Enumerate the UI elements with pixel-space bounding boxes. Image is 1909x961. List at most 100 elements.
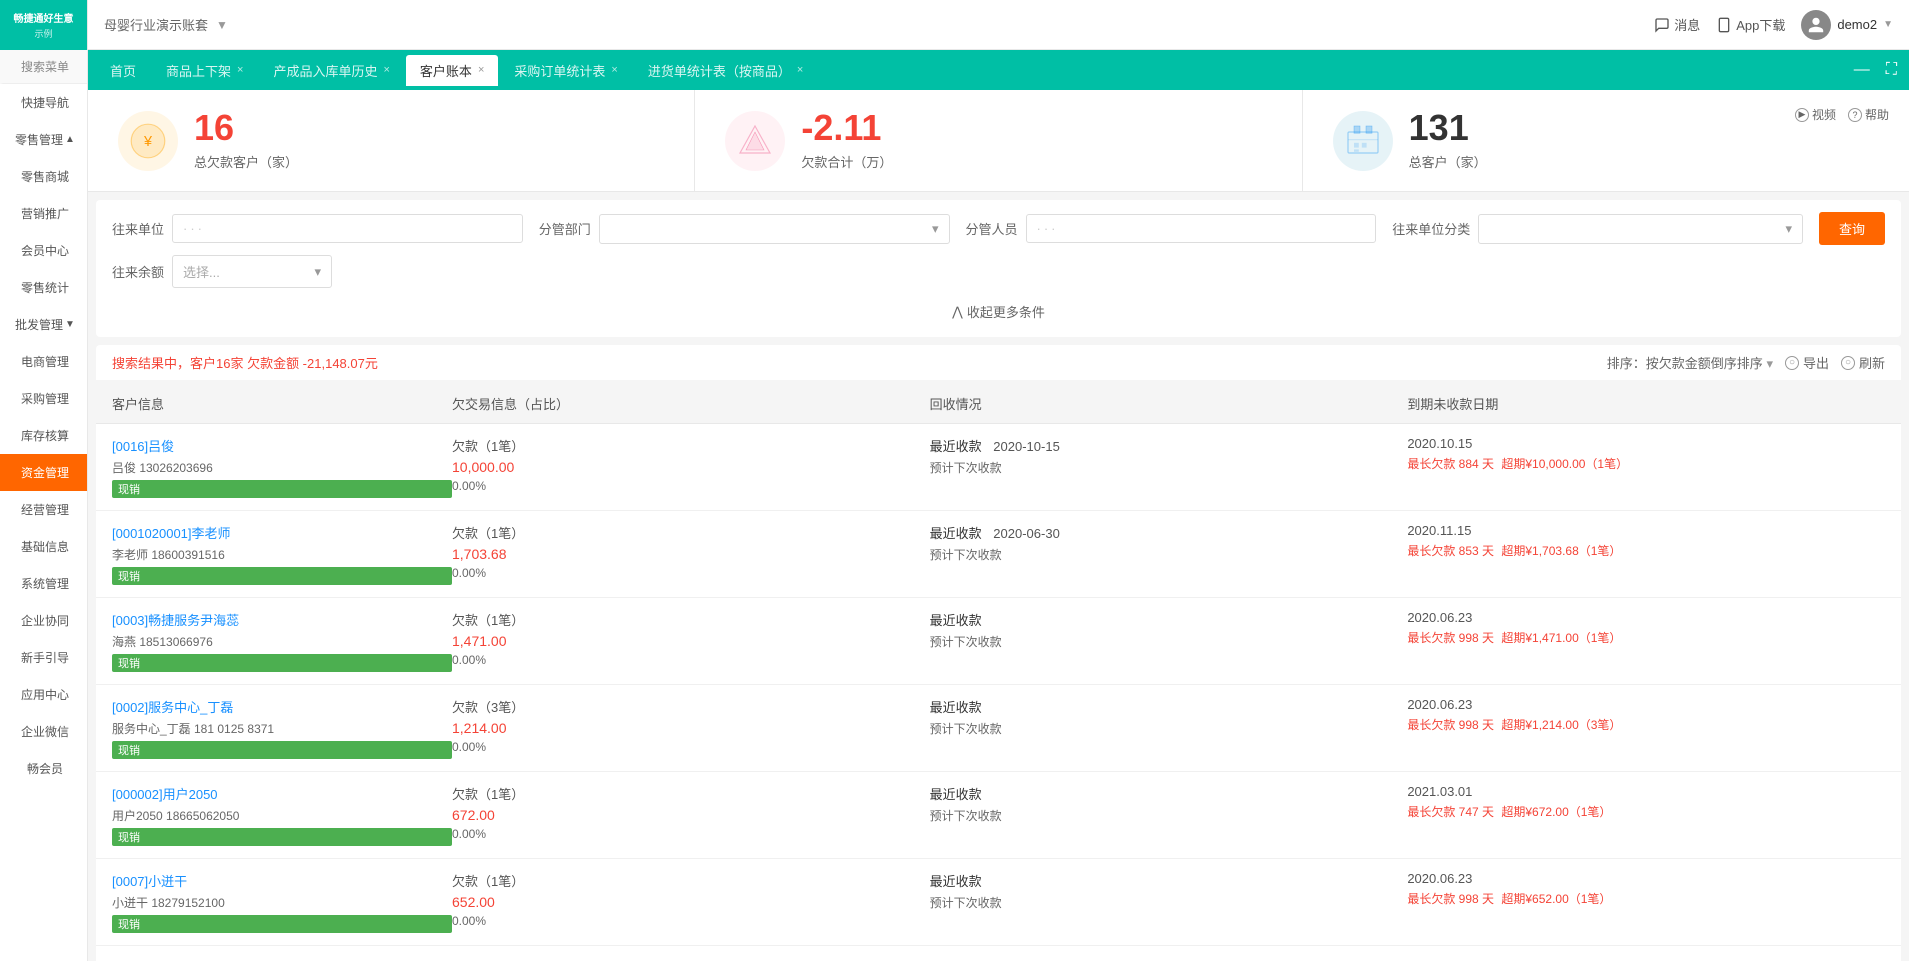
customer-name-3[interactable]: [0002]服务中心_丁磊 — [112, 697, 452, 716]
sidebar-item-retail-mall[interactable]: 零售商城 — [0, 158, 87, 195]
customer-name-2[interactable]: [0003]畅捷服务尹海蕊 — [112, 610, 452, 629]
app-download-label: App下载 — [1736, 15, 1785, 34]
sidebar-item-search-menu[interactable]: 搜索菜单 — [0, 50, 87, 84]
main-area: 母婴行业演示账套 ▼ 消息 App下载 — [88, 0, 1909, 961]
sidebar-item-app-center[interactable]: 应用中心 — [0, 676, 87, 713]
filter-dept: 分管部门 ▾ — [539, 214, 950, 244]
tab-purchase-order[interactable]: 采购订单统计表 × — [500, 55, 631, 86]
tabs-maximize-btn[interactable]: ⛶ — [1882, 57, 1901, 83]
overdue-amount-2[interactable]: 超期¥1,471.00（1笔） — [1501, 631, 1621, 645]
category-select[interactable]: ▾ — [1478, 214, 1803, 244]
tab-incoming-stats[interactable]: 进货单统计表（按商品） × — [634, 55, 817, 86]
debt-count-5: 欠款（1笔） — [452, 871, 930, 890]
debt-amount-label: 欠款合计（万） — [801, 152, 1271, 171]
sidebar-item-marketing[interactable]: 营销推广 — [0, 195, 87, 232]
col-repay-info: 回收情况 — [930, 394, 1408, 413]
sort-arrow[interactable]: ▾ — [1766, 356, 1773, 371]
user-menu[interactable]: demo2 ▼ — [1801, 10, 1893, 40]
collapse-btn[interactable]: ⋀ 收起更多条件 — [112, 298, 1885, 325]
debt-ratio-5: 0.00% — [452, 914, 930, 928]
debt-icon-svg: ¥ — [130, 123, 166, 159]
overdue-amount-1[interactable]: 超期¥1,703.68（1笔） — [1501, 544, 1621, 558]
sidebar-item-purchase[interactable]: 采购管理 — [0, 380, 87, 417]
stat-info-debt-amount: -2.11 欠款合计（万） — [801, 110, 1271, 171]
customer-name-1[interactable]: [0001020001]李老师 — [112, 523, 452, 542]
debt-info-3: 欠款（3笔） 1,214.00 0.00% — [452, 697, 930, 754]
sidebar-item-enterprise[interactable]: 企业协同 — [0, 602, 87, 639]
debt-count-2: 欠款（1笔） — [452, 610, 930, 629]
sidebar-item-ecommerce[interactable]: 电商管理 — [0, 343, 87, 380]
video-btn[interactable]: ▶ 视频 — [1795, 106, 1836, 123]
customer-name-0[interactable]: [0016]吕俊 — [112, 436, 452, 455]
debt-amount-0[interactable]: 10,000.00 — [452, 459, 930, 475]
tab-customer-account[interactable]: 客户账本 × — [406, 55, 498, 86]
new-guide-label: 新手引导 — [9, 649, 81, 666]
person-input[interactable]: ··· — [1026, 214, 1377, 243]
sidebar-item-ops[interactable]: 经营管理 — [0, 491, 87, 528]
debt-amount-5[interactable]: 652.00 — [452, 894, 930, 910]
retail-mall-label: 零售商城 — [9, 168, 81, 185]
debt-amount-2[interactable]: 1,471.00 — [452, 633, 930, 649]
refresh-btn[interactable]: ○ 刷新 — [1841, 353, 1885, 372]
tab-home[interactable]: 首页 — [96, 55, 150, 86]
category-label: 往来单位分类 — [1392, 219, 1470, 238]
sidebar-item-retail-stats[interactable]: 零售统计 — [0, 269, 87, 306]
due-info-1: 2020.11.15 最长欠款 853 天 超期¥1,703.68（1笔） — [1407, 523, 1885, 559]
debt-customers-label: 总欠款客户（家） — [194, 152, 664, 171]
debt-amount-3[interactable]: 1,214.00 — [452, 720, 930, 736]
overdue-amount-5[interactable]: 超期¥652.00（1笔） — [1501, 892, 1611, 906]
sidebar-item-vip[interactable]: 畅会员 — [0, 750, 87, 787]
app-download-btn[interactable]: App下载 — [1716, 15, 1785, 34]
tab-purchase-order-close[interactable]: × — [611, 64, 617, 76]
sidebar: 畅捷通好生意 示例 搜索菜单 快捷导航 零售管理 ▲ 零售商城 营销推广 — [0, 0, 88, 961]
dept-label: 分管部门 — [539, 219, 591, 238]
dept-select[interactable]: ▾ — [599, 214, 950, 244]
source-unit-input[interactable]: ··· — [172, 214, 523, 243]
tab-product-history-close[interactable]: × — [383, 64, 389, 76]
overdue-amount-4[interactable]: 超期¥672.00（1笔） — [1501, 805, 1611, 819]
sidebar-item-member[interactable]: 会员中心 — [0, 232, 87, 269]
sort-label: 排序：按欠款金额倒序排序 ▾ — [1607, 353, 1773, 372]
help-btn[interactable]: ? 帮助 — [1848, 106, 1889, 123]
sidebar-item-finance[interactable]: 资金管理 — [0, 454, 87, 491]
export-btn[interactable]: ○ 导出 — [1785, 353, 1829, 372]
table-row: [000002]用户2050 用户2050 18665062050 现销 欠款（… — [96, 772, 1901, 859]
overdue-amount-3[interactable]: 超期¥1,214.00（3笔） — [1501, 718, 1621, 732]
tab-customer-account-close[interactable]: × — [478, 64, 484, 76]
query-button[interactable]: 查询 — [1819, 212, 1885, 245]
retail-mgmt-label: 零售管理 — [15, 131, 63, 148]
tabs-actions: — ⛶ — [1850, 57, 1901, 83]
tab-product-shelf[interactable]: 商品上下架 × — [152, 55, 257, 86]
sidebar-item-retail-mgmt[interactable]: 零售管理 ▲ — [0, 121, 87, 158]
debt-amount-1[interactable]: 1,703.68 — [452, 546, 930, 562]
due-info-3: 2020.06.23 最长欠款 998 天 超期¥1,214.00（3笔） — [1407, 697, 1885, 733]
customer-name-4[interactable]: [000002]用户2050 — [112, 784, 452, 803]
debt-count-3: 欠款（3笔） — [452, 697, 930, 716]
tabs-minimize-btn[interactable]: — — [1850, 57, 1874, 83]
customer-tag-2: 现销 — [112, 654, 452, 672]
sidebar-item-base-info[interactable]: 基础信息 — [0, 528, 87, 565]
search-menu-label: 搜索菜单 — [9, 58, 81, 75]
topbar-dropdown-icon[interactable]: ▼ — [216, 18, 228, 32]
sidebar-item-new-guide[interactable]: 新手引导 — [0, 639, 87, 676]
sidebar-item-sys-mgmt[interactable]: 系统管理 — [0, 565, 87, 602]
debt-amount-number: -2.11 — [801, 110, 1271, 146]
filter-source-unit: 往来单位 ··· — [112, 214, 523, 243]
overdue-amount-0[interactable]: 超期¥10,000.00（1笔） — [1501, 457, 1628, 471]
balance-select[interactable]: 选择... ▾ — [172, 255, 332, 288]
filter-person: 分管人员 ··· — [966, 214, 1377, 243]
sidebar-item-wechat[interactable]: 企业微信 — [0, 713, 87, 750]
export-label: 导出 — [1803, 353, 1829, 372]
message-btn[interactable]: 消息 — [1654, 15, 1700, 34]
debt-amount-4[interactable]: 672.00 — [452, 807, 930, 823]
customer-name-5[interactable]: [0007]小迸干 — [112, 871, 452, 890]
tab-product-history[interactable]: 产成品入库单历史 × — [259, 55, 403, 86]
due-info-2: 2020.06.23 最长欠款 998 天 超期¥1,471.00（1笔） — [1407, 610, 1885, 646]
collapse-label: 收起更多条件 — [967, 302, 1045, 321]
sidebar-item-batch-mgmt[interactable]: 批发管理 ▼ — [0, 306, 87, 343]
sidebar-item-quick-nav[interactable]: 快捷导航 — [0, 84, 87, 121]
sidebar-item-inventory[interactable]: 库存核算 — [0, 417, 87, 454]
customer-tag-4: 现销 — [112, 828, 452, 846]
tab-product-shelf-close[interactable]: × — [237, 64, 243, 76]
tab-incoming-stats-close[interactable]: × — [797, 64, 803, 76]
